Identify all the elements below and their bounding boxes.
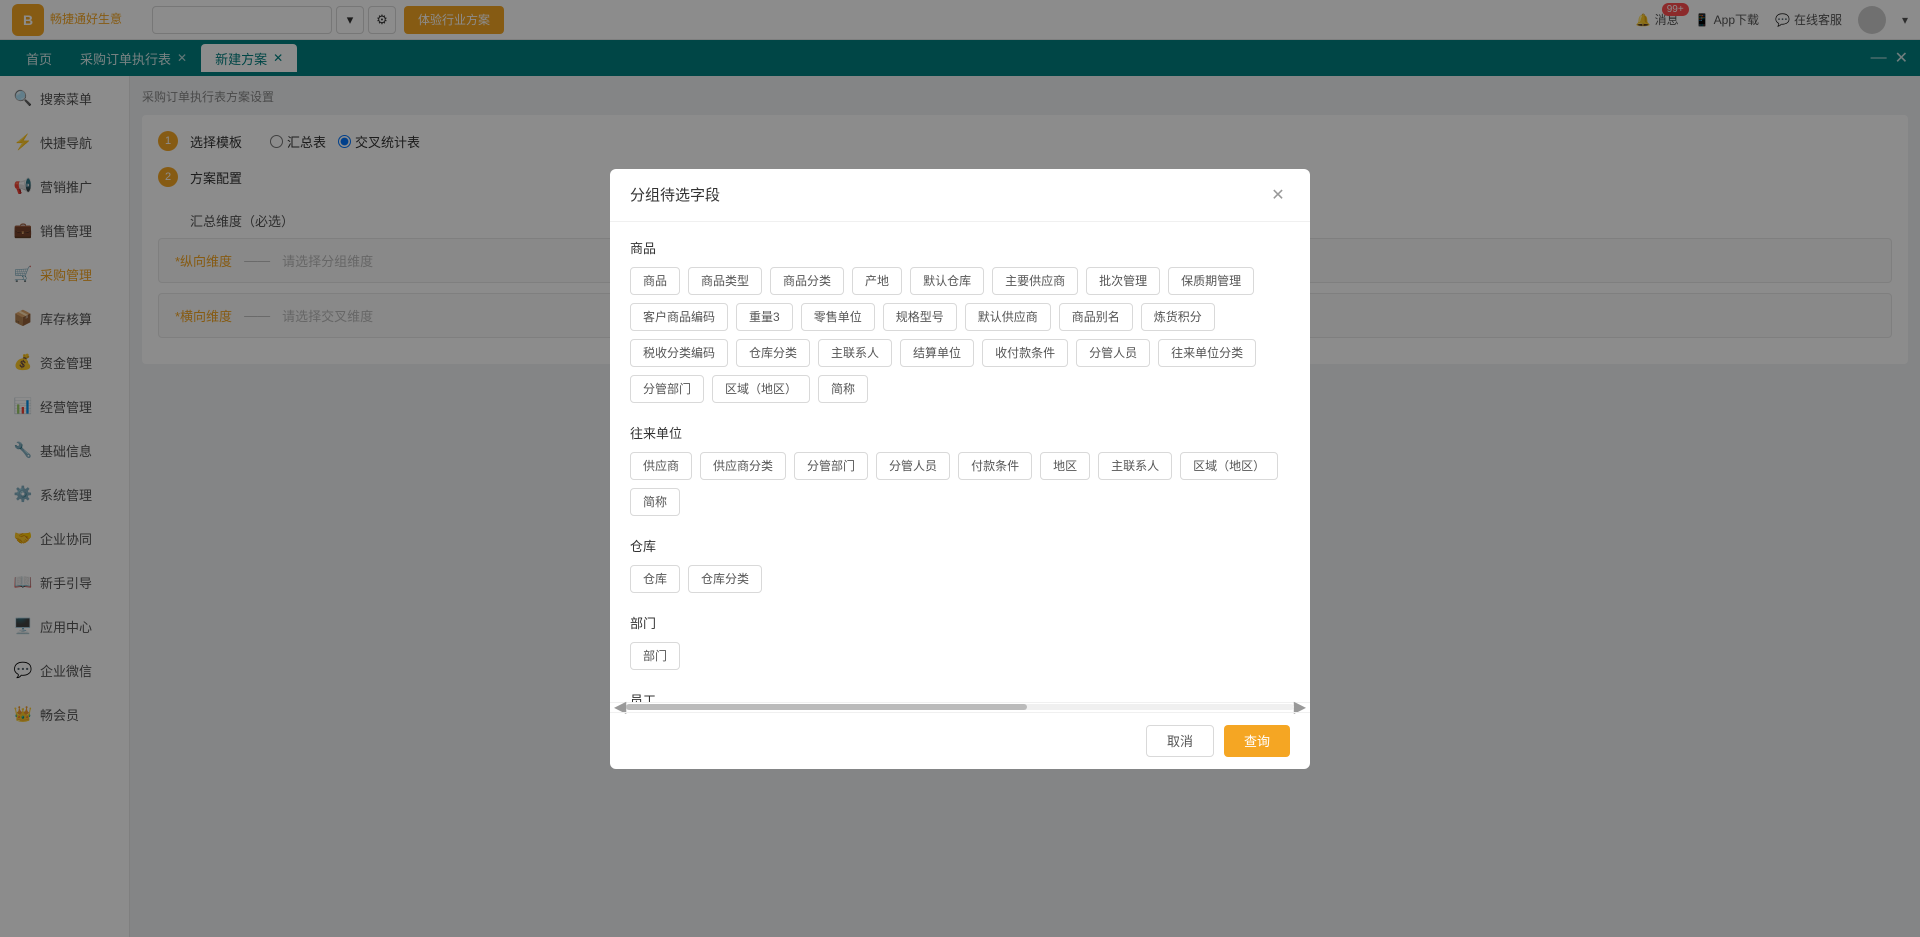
field-tag-person-manage[interactable]: 分管人员 xyxy=(876,452,950,480)
field-tag-weight3[interactable]: 重量3 xyxy=(736,303,793,331)
field-tag-default-supplier[interactable]: 默认供应商 xyxy=(965,303,1051,331)
section-dept-tags: 部门 xyxy=(630,642,1290,670)
section-warehouse-tags: 仓库 仓库分类 xyxy=(630,565,1290,593)
field-tag-product-category[interactable]: 商品分类 xyxy=(770,267,844,295)
section-employee-title: 员工 xyxy=(630,690,1290,702)
modal-title: 分组待选字段 xyxy=(630,184,720,205)
field-tag-spec-model[interactable]: 规格型号 xyxy=(883,303,957,331)
modal-horizontal-scrollbar[interactable]: ◀ ▶ xyxy=(610,702,1310,712)
field-tag-settlement-unit[interactable]: 结算单位 xyxy=(900,339,974,367)
field-tag-region[interactable]: 区域（地区） xyxy=(712,375,810,403)
field-tag-tax-code[interactable]: 税收分类编码 xyxy=(630,339,728,367)
field-tag-payment-terms[interactable]: 收付款条件 xyxy=(982,339,1068,367)
section-product-tags: 商品 商品类型 商品分类 产地 默认仓库 主要供应商 批次管理 保质期管理 客户… xyxy=(630,267,1290,403)
section-dept-title: 部门 xyxy=(630,613,1290,632)
modal-overlay: 分组待选字段 ✕ 商品 商品 商品类型 商品分类 产地 默认仓库 主要供应商 批… xyxy=(0,0,1920,937)
field-tag-area[interactable]: 地区 xyxy=(1040,452,1090,480)
confirm-btn[interactable]: 查询 xyxy=(1224,725,1290,757)
field-tag-manager[interactable]: 分管人员 xyxy=(1076,339,1150,367)
section-partner: 往来单位 供应商 供应商分类 分管部门 分管人员 付款条件 地区 主联系人 区域… xyxy=(630,423,1290,516)
field-tag-manage-dept[interactable]: 分管部门 xyxy=(630,375,704,403)
field-tag-batch-manage[interactable]: 批次管理 xyxy=(1086,267,1160,295)
field-tag-payment-condition[interactable]: 付款条件 xyxy=(958,452,1032,480)
field-tag-product-alias[interactable]: 商品别名 xyxy=(1059,303,1133,331)
section-dept: 部门 部门 xyxy=(630,613,1290,670)
field-tag-short-name[interactable]: 简称 xyxy=(818,375,868,403)
field-tag-default-warehouse[interactable]: 默认仓库 xyxy=(910,267,984,295)
section-product-title: 商品 xyxy=(630,238,1290,257)
field-tag-supplier[interactable]: 供应商 xyxy=(630,452,692,480)
field-tag-warehouse[interactable]: 仓库 xyxy=(630,565,680,593)
modal-header: 分组待选字段 ✕ xyxy=(610,169,1310,222)
field-tag-origin[interactable]: 产地 xyxy=(852,267,902,295)
field-tag-supplier-category[interactable]: 供应商分类 xyxy=(700,452,786,480)
field-tag-main-supplier[interactable]: 主要供应商 xyxy=(992,267,1078,295)
field-tag-refine-points[interactable]: 炼货积分 xyxy=(1141,303,1215,331)
field-tag-dept-manage[interactable]: 分管部门 xyxy=(794,452,868,480)
field-selection-modal: 分组待选字段 ✕ 商品 商品 商品类型 商品分类 产地 默认仓库 主要供应商 批… xyxy=(610,169,1310,769)
modal-footer: 取消 查询 xyxy=(610,712,1310,769)
field-tag-product-type[interactable]: 商品类型 xyxy=(688,267,762,295)
section-partner-tags: 供应商 供应商分类 分管部门 分管人员 付款条件 地区 主联系人 区域（地区） … xyxy=(630,452,1290,516)
section-product: 商品 商品 商品类型 商品分类 产地 默认仓库 主要供应商 批次管理 保质期管理… xyxy=(630,238,1290,403)
section-warehouse: 仓库 仓库 仓库分类 xyxy=(630,536,1290,593)
field-tag-dept[interactable]: 部门 xyxy=(630,642,680,670)
field-tag-main-contact[interactable]: 主联系人 xyxy=(818,339,892,367)
field-tag-warehouse-category[interactable]: 仓库分类 xyxy=(736,339,810,367)
field-tag-main-contact2[interactable]: 主联系人 xyxy=(1098,452,1172,480)
hscroll-thumb[interactable] xyxy=(626,704,1026,710)
modal-body[interactable]: 商品 商品 商品类型 商品分类 产地 默认仓库 主要供应商 批次管理 保质期管理… xyxy=(610,222,1310,702)
hscroll-track[interactable] xyxy=(626,704,1293,710)
field-tag-retail-unit[interactable]: 零售单位 xyxy=(801,303,875,331)
field-tag-shelf-life[interactable]: 保质期管理 xyxy=(1168,267,1254,295)
cancel-btn[interactable]: 取消 xyxy=(1146,725,1214,757)
field-tag-short-name2[interactable]: 简称 xyxy=(630,488,680,516)
field-tag-customer-code[interactable]: 客户商品编码 xyxy=(630,303,728,331)
section-warehouse-title: 仓库 xyxy=(630,536,1290,555)
field-tag-warehouse-cat[interactable]: 仓库分类 xyxy=(688,565,762,593)
section-partner-title: 往来单位 xyxy=(630,423,1290,442)
modal-close-btn[interactable]: ✕ xyxy=(1266,183,1290,207)
field-tag-product[interactable]: 商品 xyxy=(630,267,680,295)
section-employee: 员工 业务员 xyxy=(630,690,1290,702)
field-tag-region2[interactable]: 区域（地区） xyxy=(1180,452,1278,480)
field-tag-partner-category[interactable]: 往来单位分类 xyxy=(1158,339,1256,367)
